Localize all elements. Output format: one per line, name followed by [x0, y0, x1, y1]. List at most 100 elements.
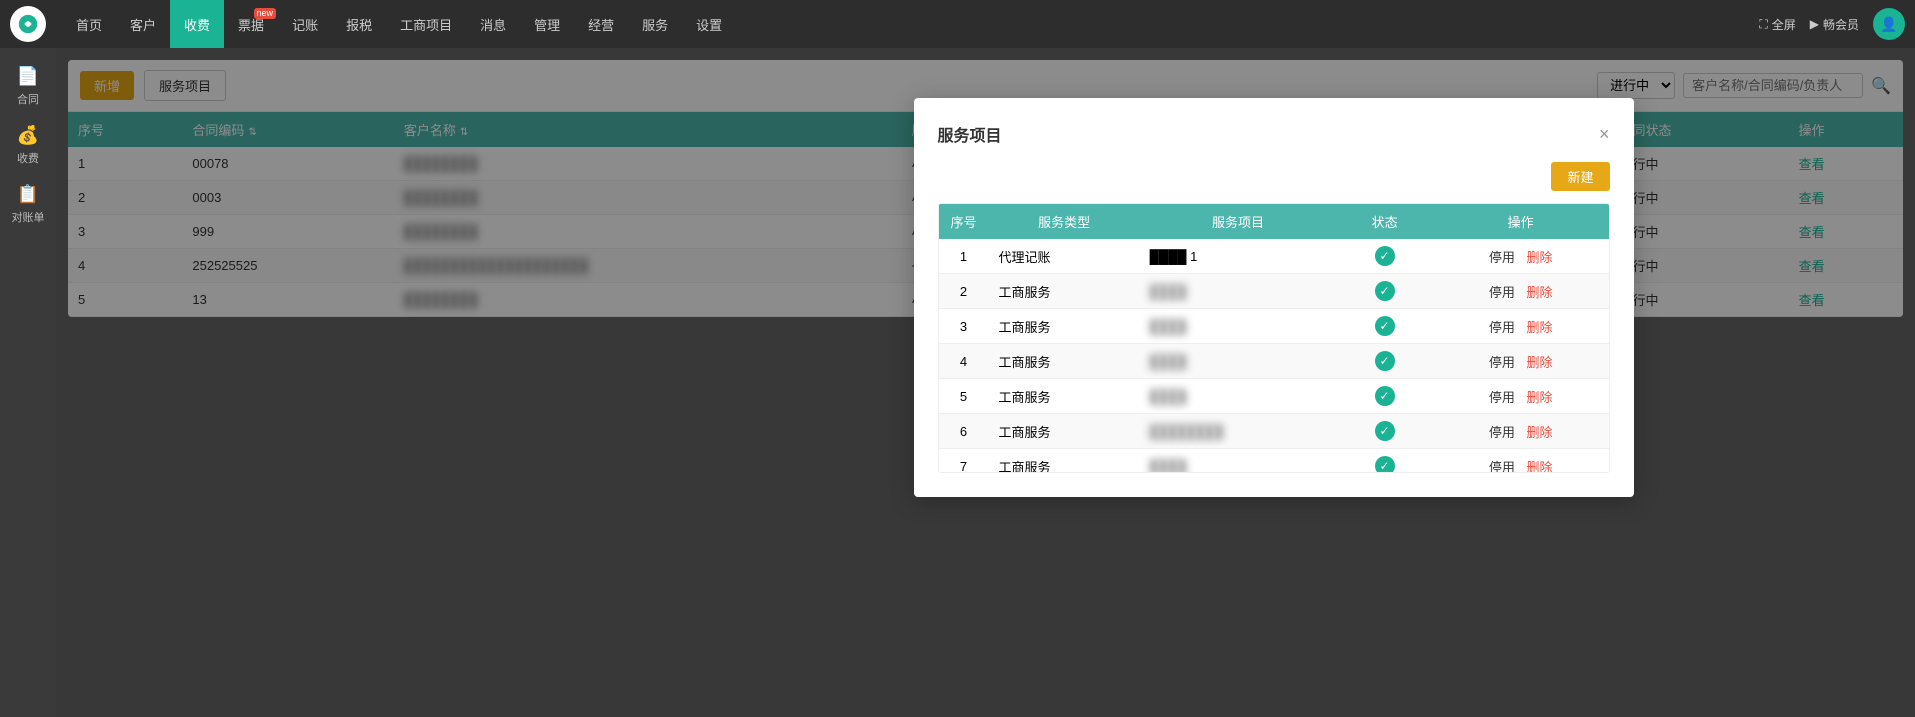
modal-cell-item: ████████	[1140, 414, 1337, 449]
member-icon: ▶	[1810, 17, 1819, 31]
modal-cell-status: ✓	[1336, 309, 1433, 344]
sidebar-item-duizhang[interactable]: 📋 对账单	[2, 176, 54, 233]
status-check-icon: ✓	[1375, 386, 1395, 406]
modal-cell-item: ████ 1	[1140, 239, 1337, 274]
sidebar: 📄 合同 💰 收费 📋 对账单	[0, 48, 56, 717]
list-item: 5 工商服务 ████ ✓ 停用 删除	[939, 379, 1609, 414]
nav-message[interactable]: 消息	[466, 0, 520, 48]
duizhang-icon: 📋	[17, 184, 39, 205]
nav-jizhang[interactable]: 记账	[278, 0, 332, 48]
modal-cell-item: ████	[1140, 449, 1337, 474]
stop-button[interactable]: 停用	[1489, 285, 1515, 300]
status-check-icon: ✓	[1375, 421, 1395, 441]
modal-scroll-area[interactable]: 序号 服务类型 服务项目 状态 操作 1 代理记账 ████ 1 ✓ 停用 删除…	[938, 203, 1610, 473]
modal-cell-status: ✓	[1336, 449, 1433, 474]
modal-cell-action[interactable]: 停用 删除	[1433, 449, 1609, 474]
nav-manage[interactable]: 管理	[520, 0, 574, 48]
modal-cell-action[interactable]: 停用 删除	[1433, 239, 1609, 274]
shoufei-icon: 💰	[17, 125, 39, 146]
modal-cell-type: 工商服务	[989, 344, 1140, 379]
nav-right: ⛶ 全屏 ▶ 畅会员 👤	[1759, 8, 1905, 40]
modal-col-status: 状态	[1336, 204, 1433, 239]
modal-cell-status: ✓	[1336, 379, 1433, 414]
nav-jingying[interactable]: 经营	[574, 0, 628, 48]
modal-cell-action[interactable]: 停用 删除	[1433, 274, 1609, 309]
list-item: 7 工商服务 ████ ✓ 停用 删除	[939, 449, 1609, 474]
stop-button[interactable]: 停用	[1489, 320, 1515, 335]
avatar[interactable]: 👤	[1873, 8, 1905, 40]
modal-table: 序号 服务类型 服务项目 状态 操作 1 代理记账 ████ 1 ✓ 停用 删除…	[939, 204, 1609, 473]
delete-button[interactable]: 删除	[1527, 285, 1553, 300]
modal-cell-status: ✓	[1336, 414, 1433, 449]
modal-cell-action[interactable]: 停用 删除	[1433, 344, 1609, 379]
modal-col-item: 服务项目	[1140, 204, 1337, 239]
fullscreen-btn[interactable]: ⛶ 全屏	[1759, 16, 1795, 33]
app-logo	[10, 6, 46, 42]
modal-cell-no: 4	[939, 344, 989, 379]
sidebar-item-contract[interactable]: 📄 合同	[2, 58, 54, 115]
modal-cell-action[interactable]: 停用 删除	[1433, 309, 1609, 344]
stop-button[interactable]: 停用	[1489, 390, 1515, 405]
member-btn[interactable]: ▶ 畅会员	[1810, 16, 1859, 33]
nav-customer[interactable]: 客户	[116, 0, 170, 48]
nav-gongshang[interactable]: 工商项目	[386, 0, 466, 48]
app-layout: 📄 合同 💰 收费 📋 对账单 新增 服务项目 进行中 已结束 全部	[0, 48, 1915, 717]
stop-button[interactable]: 停用	[1489, 460, 1515, 474]
status-check-icon: ✓	[1375, 456, 1395, 473]
fullscreen-icon: ⛶	[1759, 17, 1767, 32]
list-item: 4 工商服务 ████ ✓ 停用 删除	[939, 344, 1609, 379]
modal-cell-item: ████	[1140, 344, 1337, 379]
modal-cell-no: 2	[939, 274, 989, 309]
list-item: 6 工商服务 ████████ ✓ 停用 删除	[939, 414, 1609, 449]
modal-col-type: 服务类型	[989, 204, 1140, 239]
modal-cell-item: ████	[1140, 309, 1337, 344]
delete-button[interactable]: 删除	[1527, 320, 1553, 335]
modal-cell-item: ████	[1140, 379, 1337, 414]
stop-button[interactable]: 停用	[1489, 250, 1515, 265]
new-badge: new	[254, 8, 277, 19]
modal-header: 服务项目 ×	[938, 122, 1610, 146]
delete-button[interactable]: 删除	[1527, 355, 1553, 370]
nav-settings[interactable]: 设置	[682, 0, 736, 48]
main-content: 新增 服务项目 进行中 已结束 全部 🔍 序号 合同编码⇅	[56, 48, 1915, 717]
modal-cell-item: ████	[1140, 274, 1337, 309]
contract-icon: 📄	[17, 66, 39, 87]
modal-close-button[interactable]: ×	[1599, 125, 1610, 143]
modal-cell-status: ✓	[1336, 239, 1433, 274]
modal-col-action: 操作	[1433, 204, 1609, 239]
modal-cell-type: 工商服务	[989, 274, 1140, 309]
list-item: 1 代理记账 ████ 1 ✓ 停用 删除	[939, 239, 1609, 274]
status-check-icon: ✓	[1375, 281, 1395, 301]
modal-col-no: 序号	[939, 204, 989, 239]
modal-cell-no: 7	[939, 449, 989, 474]
nav-baoshui[interactable]: 报税	[332, 0, 386, 48]
modal-cell-type: 工商服务	[989, 379, 1140, 414]
modal-toolbar: 新建	[938, 162, 1610, 191]
modal-cell-action[interactable]: 停用 删除	[1433, 379, 1609, 414]
modal-cell-status: ✓	[1336, 344, 1433, 379]
modal-cell-action[interactable]: 停用 删除	[1433, 414, 1609, 449]
modal-cell-type: 工商服务	[989, 449, 1140, 474]
status-check-icon: ✓	[1375, 316, 1395, 336]
status-check-icon: ✓	[1375, 246, 1395, 266]
modal-cell-type: 工商服务	[989, 414, 1140, 449]
nav-home[interactable]: 首页	[62, 0, 116, 48]
sidebar-item-shoufei[interactable]: 💰 收费	[2, 117, 54, 174]
stop-button[interactable]: 停用	[1489, 355, 1515, 370]
list-item: 2 工商服务 ████ ✓ 停用 删除	[939, 274, 1609, 309]
stop-button[interactable]: 停用	[1489, 425, 1515, 440]
nav-shoufei[interactable]: 收费	[170, 0, 224, 48]
delete-button[interactable]: 删除	[1527, 425, 1553, 440]
modal-cell-type: 工商服务	[989, 309, 1140, 344]
nav-service[interactable]: 服务	[628, 0, 682, 48]
delete-button[interactable]: 删除	[1527, 390, 1553, 405]
delete-button[interactable]: 删除	[1527, 460, 1553, 474]
modal-cell-no: 1	[939, 239, 989, 274]
modal-new-button[interactable]: 新建	[1551, 162, 1609, 191]
top-nav: 首页 客户 收费 票据 new 记账 报税 工商项目 消息 管理 经营 服务 设…	[0, 0, 1915, 48]
nav-piaoju[interactable]: 票据 new	[224, 0, 278, 48]
delete-button[interactable]: 删除	[1527, 250, 1553, 265]
modal-cell-status: ✓	[1336, 274, 1433, 309]
service-modal: 服务项目 × 新建 序号 服务类型 服务项目 状态 操作	[914, 98, 1634, 497]
modal-cell-no: 6	[939, 414, 989, 449]
